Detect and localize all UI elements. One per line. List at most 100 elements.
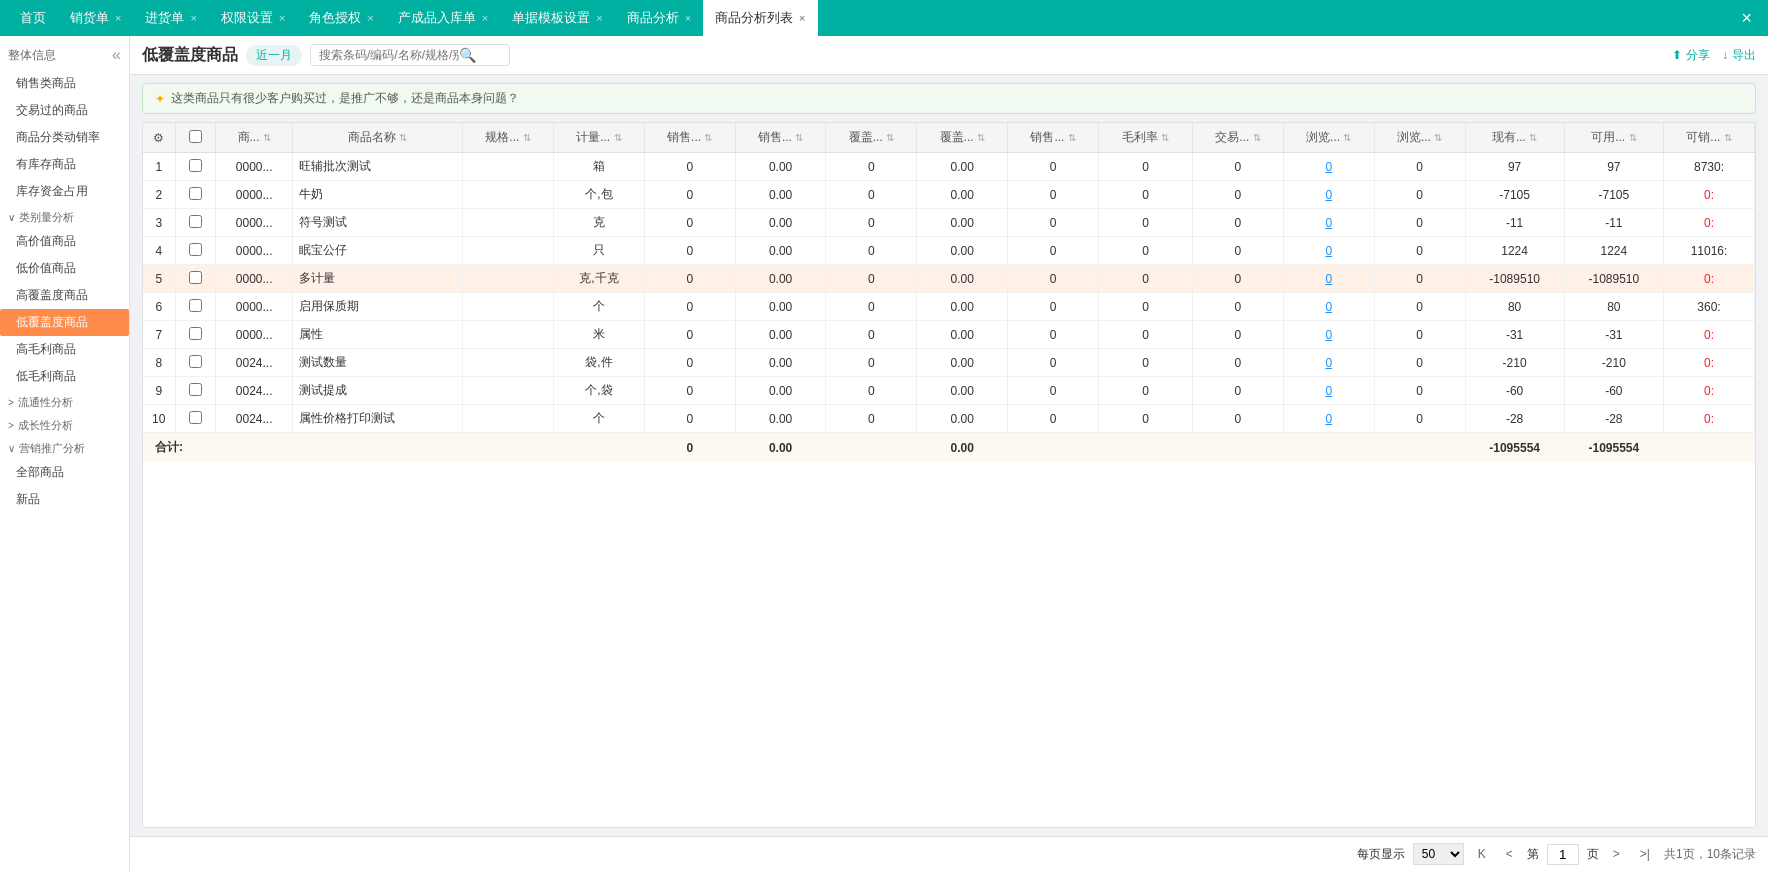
browse-link[interactable]: 0 bbox=[1325, 160, 1332, 174]
table-cell: 0 bbox=[1374, 321, 1465, 349]
next-page-button[interactable]: > bbox=[1607, 845, 1626, 863]
sidebar-section-label[interactable]: >成长性分析 bbox=[0, 413, 129, 436]
search-input[interactable] bbox=[319, 48, 459, 62]
table-cell: -210 bbox=[1564, 349, 1663, 377]
search-icon[interactable]: 🔍 bbox=[459, 47, 476, 63]
col-header-sales_amount[interactable]: 销售... ⇅ bbox=[735, 123, 826, 153]
table-cell: 0.00 bbox=[917, 377, 1008, 405]
table-cell: 袋,件 bbox=[553, 349, 644, 377]
col-header-settings[interactable]: ⚙ bbox=[143, 123, 175, 153]
search-box: 🔍 bbox=[310, 44, 510, 66]
row-checkbox[interactable] bbox=[189, 383, 202, 396]
time-filter-button[interactable]: 近一月 bbox=[246, 45, 302, 66]
nav-item-商品分析[interactable]: 商品分析× bbox=[615, 0, 703, 36]
browse-link[interactable]: 0 bbox=[1325, 244, 1332, 258]
export-button[interactable]: ↓ 导出 bbox=[1722, 47, 1756, 64]
col-header-browse1[interactable]: 浏览... ⇅ bbox=[1283, 123, 1374, 153]
nav-close-icon[interactable]: × bbox=[115, 12, 121, 24]
sidebar-item[interactable]: 销售类商品 bbox=[0, 70, 129, 97]
row-checkbox[interactable] bbox=[189, 355, 202, 368]
first-page-button[interactable]: K bbox=[1472, 845, 1492, 863]
col-header-coverage1[interactable]: 覆盖... ⇅ bbox=[826, 123, 917, 153]
col-header-checkbox[interactable] bbox=[175, 123, 215, 153]
nav-item-首页[interactable]: 首页 bbox=[8, 0, 58, 36]
col-header-name[interactable]: 商品名称 ⇅ bbox=[293, 123, 463, 153]
nav-close-icon[interactable]: × bbox=[367, 12, 373, 24]
sidebar-item[interactable]: 高覆盖度商品 bbox=[0, 282, 129, 309]
share-button[interactable]: ⬆ 分享 bbox=[1672, 47, 1710, 64]
close-all-button[interactable]: × bbox=[1733, 8, 1760, 29]
browse-link[interactable]: 0 bbox=[1325, 300, 1332, 314]
sidebar-item[interactable]: 低覆盖度商品 bbox=[0, 309, 129, 336]
sidebar-item[interactable]: 高毛利商品 bbox=[0, 336, 129, 363]
col-header-spec[interactable]: 规格... ⇅ bbox=[463, 123, 554, 153]
col-header-sales_count[interactable]: 销售... ⇅ bbox=[644, 123, 735, 153]
sidebar-item[interactable]: 交易过的商品 bbox=[0, 97, 129, 124]
sidebar-item[interactable]: 商品分类动销率 bbox=[0, 124, 129, 151]
row-checkbox[interactable] bbox=[189, 299, 202, 312]
table-cell: 11016: bbox=[1663, 237, 1754, 265]
nav-close-icon[interactable]: × bbox=[799, 12, 805, 24]
nav-close-icon[interactable]: × bbox=[190, 12, 196, 24]
col-header-coverage2[interactable]: 覆盖... ⇅ bbox=[917, 123, 1008, 153]
col-header-gross_margin[interactable]: 毛利率 ⇅ bbox=[1099, 123, 1193, 153]
nav-item-权限设置[interactable]: 权限设置× bbox=[209, 0, 297, 36]
page-number-input[interactable] bbox=[1547, 844, 1579, 865]
sidebar-section-label[interactable]: ∨类别量分析 bbox=[0, 205, 129, 228]
browse-link[interactable]: 0 bbox=[1325, 188, 1332, 202]
sidebar-item[interactable]: 低毛利商品 bbox=[0, 363, 129, 390]
sidebar-item[interactable]: 新品 bbox=[0, 486, 129, 513]
col-header-saleable[interactable]: 可销... ⇅ bbox=[1663, 123, 1754, 153]
browse-link[interactable]: 0 bbox=[1325, 356, 1332, 370]
nav-close-icon[interactable]: × bbox=[596, 12, 602, 24]
browse-link[interactable]: 0 bbox=[1325, 412, 1332, 426]
nav-item-销货单[interactable]: 销货单× bbox=[58, 0, 133, 36]
row-checkbox[interactable] bbox=[189, 411, 202, 424]
last-page-button[interactable]: >| bbox=[1634, 845, 1656, 863]
row-checkbox[interactable] bbox=[189, 271, 202, 284]
sidebar-item[interactable]: 库存资金占用 bbox=[0, 178, 129, 205]
col-header-available_stock[interactable]: 可用... ⇅ bbox=[1564, 123, 1663, 153]
col-header-browse2[interactable]: 浏览... ⇅ bbox=[1374, 123, 1465, 153]
table-cell: 0000... bbox=[215, 265, 292, 293]
row-checkbox[interactable] bbox=[189, 327, 202, 340]
sidebar-item[interactable]: 低价值商品 bbox=[0, 255, 129, 282]
nav-item-单据模板设置[interactable]: 单据模板设置× bbox=[500, 0, 614, 36]
browse-link[interactable]: 0 bbox=[1325, 216, 1332, 230]
star-icon: ✦ bbox=[155, 92, 165, 106]
sort-icon: ⇅ bbox=[1724, 132, 1732, 143]
col-header-sales_other[interactable]: 销售... ⇅ bbox=[1008, 123, 1099, 153]
row-checkbox[interactable] bbox=[189, 159, 202, 172]
nav-close-icon[interactable]: × bbox=[685, 12, 691, 24]
nav-close-icon[interactable]: × bbox=[482, 12, 488, 24]
row-checkbox[interactable] bbox=[189, 187, 202, 200]
col-header-current_stock[interactable]: 现有... ⇅ bbox=[1465, 123, 1564, 153]
col-header-trade[interactable]: 交易... ⇅ bbox=[1192, 123, 1283, 153]
browse-link[interactable]: 0 bbox=[1325, 272, 1332, 286]
sidebar-section-label[interactable]: >流通性分析 bbox=[0, 390, 129, 413]
info-banner: ✦ 这类商品只有很少客户购买过，是推广不够，还是商品本身问题？ bbox=[142, 83, 1756, 114]
sidebar-item[interactable]: 全部商品 bbox=[0, 459, 129, 486]
select-all-checkbox[interactable] bbox=[189, 130, 202, 143]
nav-close-icon[interactable]: × bbox=[279, 12, 285, 24]
row-checkbox[interactable] bbox=[189, 215, 202, 228]
nav-item-角色授权[interactable]: 角色授权× bbox=[297, 0, 385, 36]
sidebar-section-label[interactable]: ∨营销推广分析 bbox=[0, 436, 129, 459]
sidebar-item[interactable]: 有库存商品 bbox=[0, 151, 129, 178]
table-wrapper[interactable]: ⚙商... ⇅商品名称 ⇅规格... ⇅计量... ⇅销售... ⇅销售... … bbox=[142, 122, 1756, 828]
col-header-unit[interactable]: 计量... ⇅ bbox=[553, 123, 644, 153]
col-header-code[interactable]: 商... ⇅ bbox=[215, 123, 292, 153]
browse-link[interactable]: 0 bbox=[1325, 384, 1332, 398]
page-size-select[interactable]: 102050100 bbox=[1413, 843, 1464, 865]
prev-page-button[interactable]: < bbox=[1500, 845, 1519, 863]
browse-link[interactable]: 0 bbox=[1325, 328, 1332, 342]
nav-item-进货单[interactable]: 进货单× bbox=[133, 0, 208, 36]
table-cell: 0 bbox=[1374, 181, 1465, 209]
sort-icon: ⇅ bbox=[1253, 132, 1261, 143]
row-checkbox[interactable] bbox=[189, 243, 202, 256]
table-cell: 0 bbox=[1008, 321, 1099, 349]
nav-item-商品分析列表[interactable]: 商品分析列表× bbox=[703, 0, 817, 36]
nav-item-产成品入库单[interactable]: 产成品入库单× bbox=[386, 0, 500, 36]
sidebar-item[interactable]: 高价值商品 bbox=[0, 228, 129, 255]
sidebar-toggle[interactable]: « bbox=[112, 46, 121, 64]
